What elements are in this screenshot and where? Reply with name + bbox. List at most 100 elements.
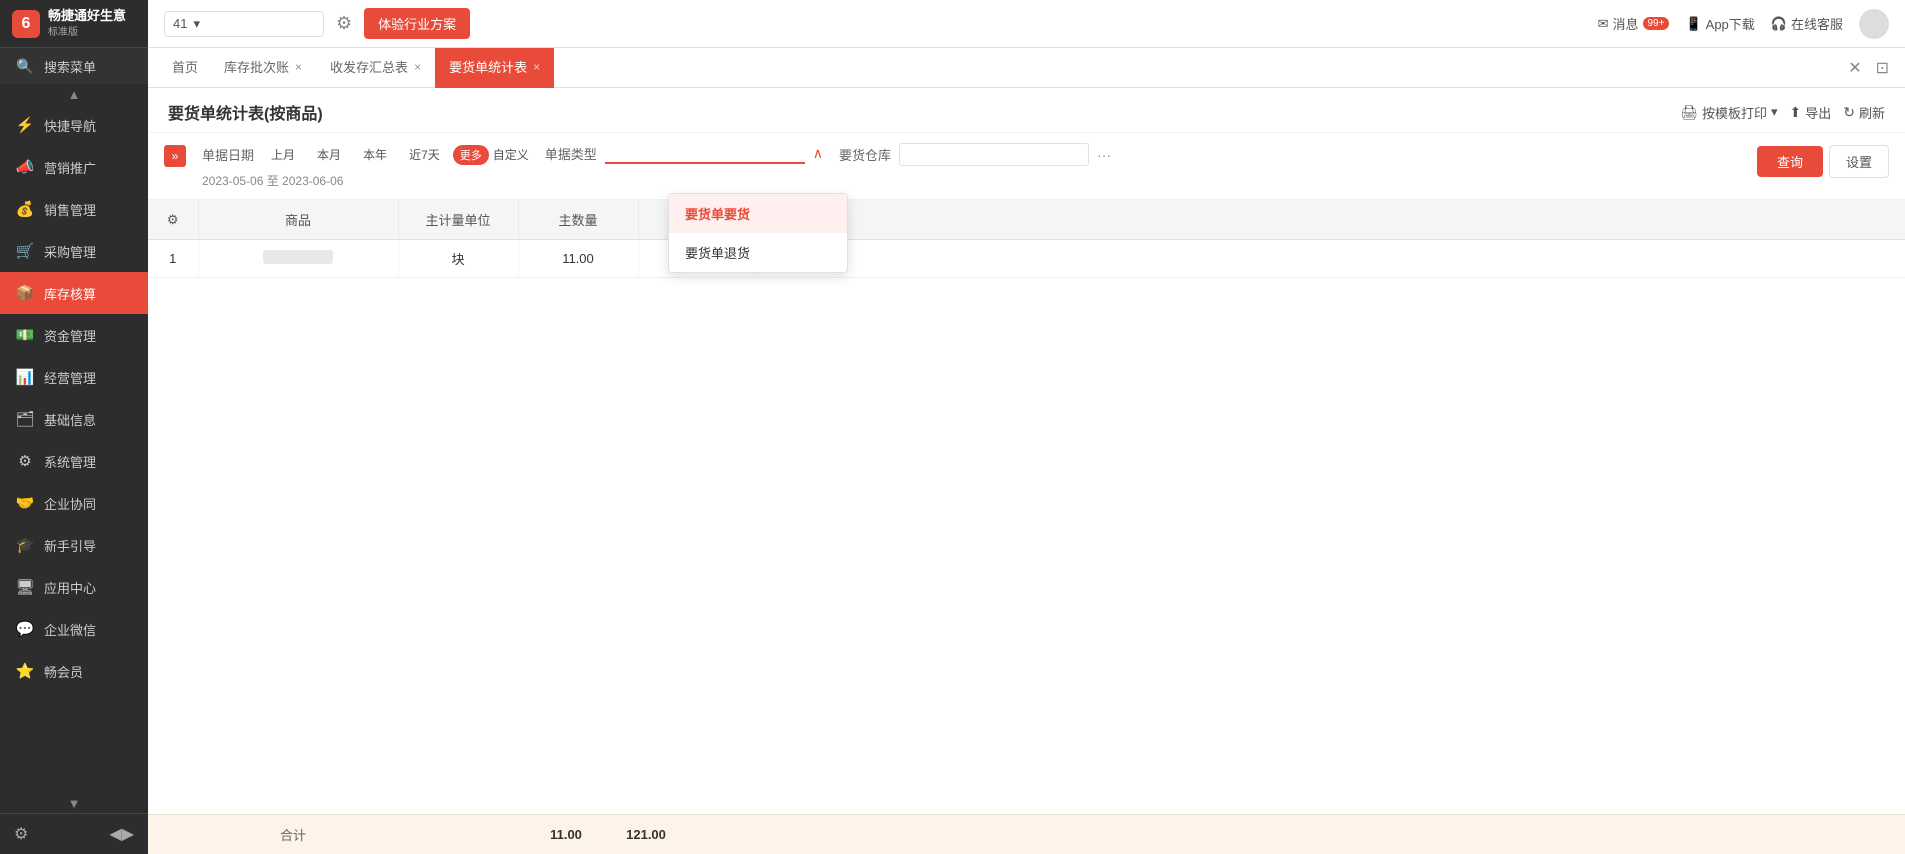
user-avatar[interactable]	[1859, 9, 1889, 39]
date-quick-btns: 上月 本月 本年 近7天 更多 自定义	[262, 143, 529, 166]
page-title: 要货单统计表(按商品)	[168, 100, 323, 124]
collapse-icon[interactable]: ◀▶	[109, 824, 134, 844]
sidebar-item-enterprise[interactable]: 🤝 企业协同	[0, 482, 148, 524]
date-range-display: 2023-05-06 至 2023-06-06	[202, 172, 529, 189]
type-label: 单据类型	[545, 144, 597, 163]
custom-btn[interactable]: 自定义	[493, 146, 529, 163]
sidebar: 6 畅捷通好生意 标准版 🔍 搜索菜单 ▲ ⚡ 快捷导航 📣 营销推广 💰 销售…	[0, 0, 148, 854]
type-arrow-icon[interactable]: ∧	[813, 145, 823, 162]
refresh-btn[interactable]: ↻ 刷新	[1843, 103, 1885, 122]
last-month-btn[interactable]: 上月	[262, 143, 304, 166]
row-unit: 块	[398, 240, 518, 278]
chevron-down-icon: ▾	[193, 16, 200, 32]
sidebar-search-label: 搜索菜单	[44, 57, 96, 76]
page-actions: 🖨 按模板打印 ▾ ⬆ 导出 ↻ 刷新	[1680, 103, 1885, 122]
tab-close-icon[interactable]: ×	[295, 60, 302, 74]
tab-home[interactable]: 首页	[160, 48, 210, 88]
type-input[interactable]	[605, 143, 805, 164]
sidebar-scroll: ⚡ 快捷导航 📣 营销推广 💰 销售管理 🛒 采购管理 📦 库存核算 💵 资金管…	[0, 104, 148, 793]
tabs-bar: 首页 库存批次账 × 收发存汇总表 × 要货单统计表 × ✕ ⊡	[148, 48, 1905, 88]
dropdown-item-0[interactable]: 要货单要货	[669, 194, 847, 233]
sidebar-item-member[interactable]: ⭐ 畅会员	[0, 650, 148, 692]
sidebar-item-basic-info[interactable]: 🗂 基础信息	[0, 398, 148, 440]
date-label: 单据日期	[202, 145, 254, 164]
col-settings-icon[interactable]: ⚙	[148, 200, 198, 240]
scroll-up-arrow[interactable]: ▲	[0, 84, 148, 104]
this-month-btn[interactable]: 本月	[308, 143, 350, 166]
table-wrap: ⚙ 商品 主计量单位 主数量 零售金额 1 块 11.00 121.00	[148, 200, 1905, 814]
topbar-left: 41 ▾ ⚙ 体验行业方案	[164, 8, 470, 39]
scroll-down-arrow[interactable]: ▼	[0, 793, 148, 813]
app-download-icon: 📱	[1685, 16, 1701, 32]
sidebar-item-label: 应用中心	[44, 578, 96, 597]
company-selector[interactable]: 41 ▾	[164, 11, 324, 37]
sidebar-item-label: 销售管理	[44, 200, 96, 219]
sidebar-search[interactable]: 🔍 搜索菜单	[0, 48, 148, 84]
sidebar-item-enterprise-wechat[interactable]: 💬 企业微信	[0, 608, 148, 650]
sidebar-item-label: 营销推广	[44, 158, 96, 177]
finance-icon: 💵	[14, 324, 36, 346]
sidebar-item-inventory[interactable]: 📦 库存核算	[0, 272, 148, 314]
print-icon: 🖨	[1680, 104, 1698, 121]
export-btn[interactable]: ⬆ 导出	[1790, 103, 1832, 122]
sidebar-item-operations[interactable]: 📊 经营管理	[0, 356, 148, 398]
home-tab-label: 首页	[172, 57, 198, 76]
main-content: 41 ▾ ⚙ 体验行业方案 ✉ 消息 99+ 📱 App下载 🎧 在线客服	[148, 0, 1905, 854]
sidebar-item-label: 系统管理	[44, 452, 96, 471]
topbar-right: ✉ 消息 99+ 📱 App下载 🎧 在线客服	[1598, 9, 1889, 39]
query-btn[interactable]: 查询	[1757, 146, 1823, 177]
dropdown-item-1[interactable]: 要货单退货	[669, 233, 847, 272]
system-icon: ⚙	[14, 450, 36, 472]
sidebar-item-app-center[interactable]: 🖥 应用中心	[0, 566, 148, 608]
tab-close-icon[interactable]: ×	[414, 60, 421, 74]
app-download-item[interactable]: 📱 App下载	[1685, 14, 1754, 33]
tab-receipt-summary[interactable]: 收发存汇总表 ×	[316, 48, 435, 88]
row-index: 1	[148, 240, 198, 278]
search-icon: 🔍	[14, 55, 36, 77]
sidebar-item-purchase[interactable]: 🛒 采购管理	[0, 230, 148, 272]
sidebar-item-quick-nav[interactable]: ⚡ 快捷导航	[0, 104, 148, 146]
warehouse-input[interactable]	[899, 143, 1089, 166]
message-item[interactable]: ✉ 消息 99+	[1598, 14, 1670, 33]
close-all-btn[interactable]: ✕	[1844, 58, 1865, 78]
warehouse-more-icon[interactable]: ···	[1097, 147, 1111, 163]
data-table: ⚙ 商品 主计量单位 主数量 零售金额 1 块 11.00 121.00	[148, 200, 1905, 278]
filter-bar: » 单据日期 上月 本月 本年 近7天 更多 自定义 2023-05-06 至 …	[148, 133, 1905, 200]
filter-expand-btn[interactable]: »	[164, 145, 186, 167]
topbar-settings-icon[interactable]: ⚙	[336, 13, 352, 34]
table-header-row: ⚙ 商品 主计量单位 主数量 零售金额	[148, 200, 1905, 240]
tab-inventory-batch-label: 库存批次账	[224, 57, 289, 76]
setting-btn[interactable]: 设置	[1829, 145, 1889, 178]
purchase-icon: 🛒	[14, 240, 36, 262]
tab-inventory-batch[interactable]: 库存批次账 ×	[210, 48, 316, 88]
sales-icon: 💰	[14, 198, 36, 220]
service-item[interactable]: 🎧 在线客服	[1771, 14, 1843, 33]
sidebar-item-sales[interactable]: 💰 销售管理	[0, 188, 148, 230]
tab-order-stats[interactable]: 要货单统计表 ×	[435, 48, 554, 88]
tab-close-icon[interactable]: ×	[533, 60, 540, 74]
col-quantity: 主数量	[518, 200, 638, 240]
more-btn[interactable]: 更多	[453, 145, 489, 165]
print-btn[interactable]: 🖨 按模板打印 ▾	[1680, 103, 1777, 122]
sidebar-bottom: ⚙ ◀▶	[0, 813, 148, 854]
last7-btn[interactable]: 近7天	[400, 143, 449, 166]
settings-icon[interactable]: ⚙	[14, 824, 28, 844]
sidebar-item-label: 企业微信	[44, 620, 96, 639]
row-quantity: 11.00	[518, 240, 638, 278]
restore-btn[interactable]: ⊡	[1872, 58, 1893, 78]
message-icon: ✉	[1598, 16, 1609, 32]
tabs-window-controls: ✕ ⊡	[1844, 58, 1893, 78]
trial-btn[interactable]: 体验行业方案	[364, 8, 470, 39]
refresh-label: 刷新	[1859, 103, 1885, 122]
print-arrow: ▾	[1771, 104, 1778, 120]
row-product	[198, 240, 398, 278]
sidebar-item-guide[interactable]: 🎓 新手引导	[0, 524, 148, 566]
sidebar-item-marketing[interactable]: 📣 营销推广	[0, 146, 148, 188]
sidebar-item-system[interactable]: ⚙ 系统管理	[0, 440, 148, 482]
sidebar-logo: 6 畅捷通好生意 标准版	[0, 0, 148, 48]
this-year-btn[interactable]: 本年	[354, 143, 396, 166]
sidebar-item-label: 企业协同	[44, 494, 96, 513]
date-filter-group: 单据日期 上月 本月 本年 近7天 更多 自定义 2023-05-06 至 20…	[202, 143, 529, 189]
basic-info-icon: 🗂	[14, 408, 36, 430]
sidebar-item-finance[interactable]: 💵 资金管理	[0, 314, 148, 356]
